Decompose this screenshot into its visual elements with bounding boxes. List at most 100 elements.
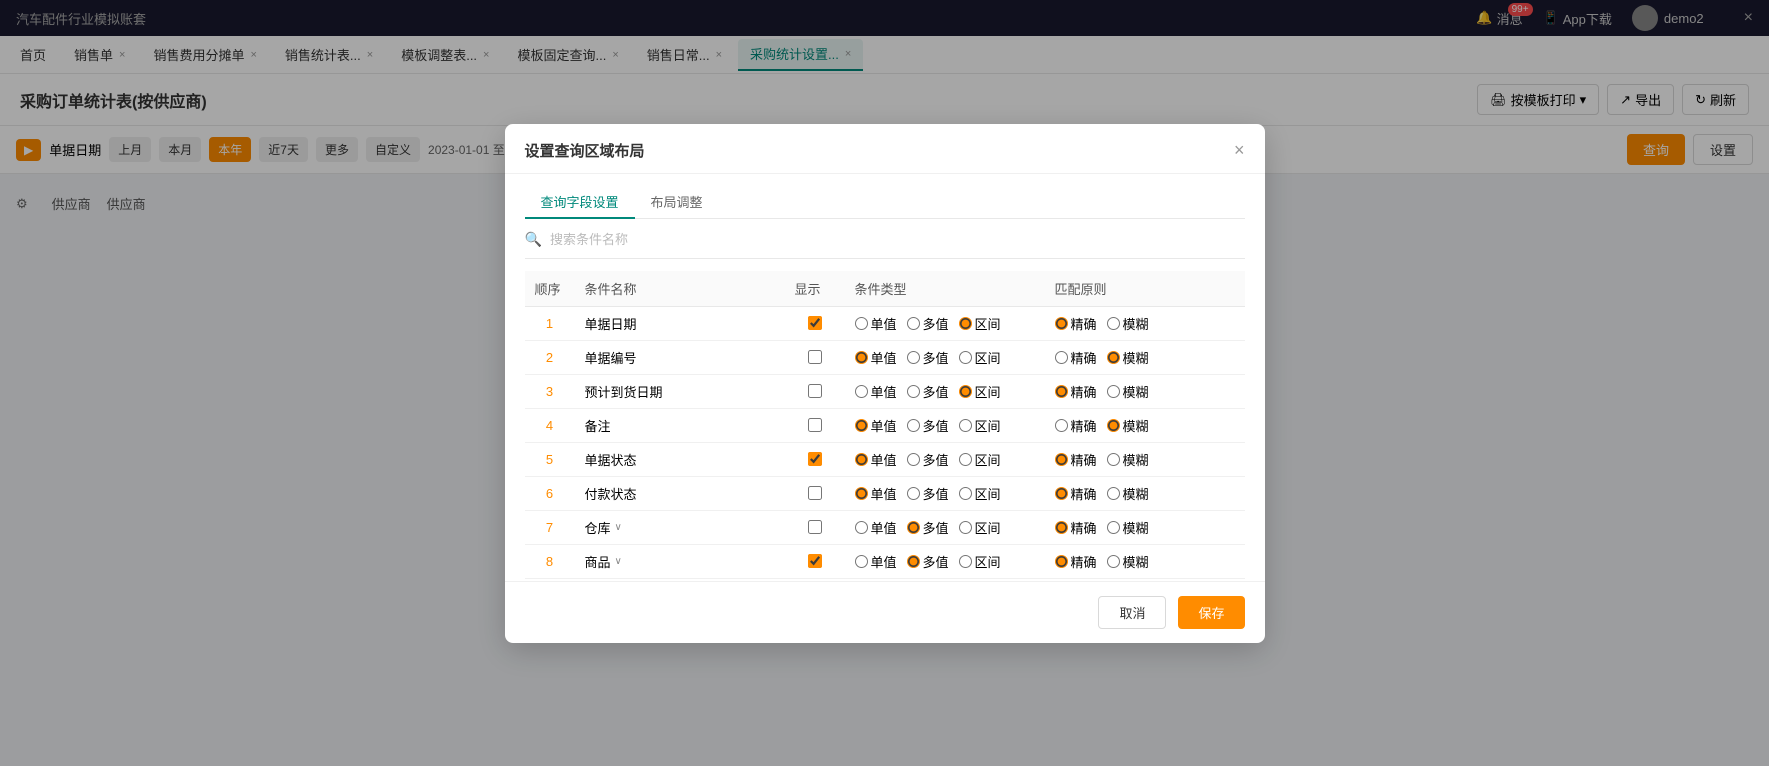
- show-checkbox-1[interactable]: [808, 350, 822, 364]
- match-option-模糊[interactable]: 模糊: [1107, 382, 1149, 401]
- cell-type: 单值多值区间: [845, 340, 1045, 374]
- match-option-精确[interactable]: 精确: [1055, 348, 1097, 367]
- match-option-模糊[interactable]: 模糊: [1107, 552, 1149, 571]
- cell-type: 单值多值区间: [845, 544, 1045, 578]
- type-option-区间[interactable]: 区间: [959, 382, 1001, 401]
- type-option-区间[interactable]: 区间: [959, 450, 1001, 469]
- table-row: 2单据编号单值多值区间精确模糊: [525, 340, 1245, 374]
- cell-type: 单值多值区间: [845, 476, 1045, 510]
- type-option-单值[interactable]: 单值: [855, 552, 897, 571]
- cell-type: 单值多值区间: [845, 510, 1045, 544]
- type-option-区间[interactable]: 区间: [959, 484, 1001, 503]
- cell-match: 精确模糊: [1045, 476, 1245, 510]
- table-row: 5单据状态单值多值区间精确模糊: [525, 442, 1245, 476]
- match-option-模糊[interactable]: 模糊: [1107, 314, 1149, 333]
- cell-name: 备注: [575, 408, 785, 442]
- cell-match: 精确模糊: [1045, 306, 1245, 340]
- table-row: 6付款状态单值多值区间精确模糊: [525, 476, 1245, 510]
- dialog-close-btn[interactable]: ×: [1234, 140, 1245, 161]
- cell-show[interactable]: [785, 476, 845, 510]
- show-checkbox-2[interactable]: [808, 384, 822, 398]
- match-option-精确[interactable]: 精确: [1055, 484, 1097, 503]
- match-option-精确[interactable]: 精确: [1055, 416, 1097, 435]
- search-row: 🔍: [525, 231, 1245, 259]
- cell-order: 5: [525, 442, 575, 476]
- save-btn[interactable]: 保存: [1178, 596, 1244, 629]
- type-option-区间[interactable]: 区间: [959, 348, 1001, 367]
- type-option-单值[interactable]: 单值: [855, 416, 897, 435]
- type-option-区间[interactable]: 区间: [959, 518, 1001, 537]
- cell-match: 精确模糊: [1045, 374, 1245, 408]
- type-option-单值[interactable]: 单值: [855, 348, 897, 367]
- cell-order: 2: [525, 340, 575, 374]
- show-checkbox-7[interactable]: [808, 554, 822, 568]
- cell-match: 精确模糊: [1045, 340, 1245, 374]
- cell-type: 单值多值区间: [845, 408, 1045, 442]
- cell-name: 仓库 ∨: [575, 510, 785, 544]
- table-row: 1单据日期单值多值区间精确模糊: [525, 306, 1245, 340]
- type-option-多值[interactable]: 多值: [907, 314, 949, 333]
- show-checkbox-6[interactable]: [808, 520, 822, 534]
- match-option-模糊[interactable]: 模糊: [1107, 450, 1149, 469]
- match-option-模糊[interactable]: 模糊: [1107, 518, 1149, 537]
- type-option-多值[interactable]: 多值: [907, 382, 949, 401]
- chevron-down-icon: ∨: [615, 522, 622, 533]
- th-show: 显示: [785, 271, 845, 307]
- cell-show[interactable]: [785, 340, 845, 374]
- type-option-区间[interactable]: 区间: [959, 314, 1001, 333]
- match-option-精确[interactable]: 精确: [1055, 450, 1097, 469]
- show-checkbox-5[interactable]: [808, 486, 822, 500]
- dialog-footer: 取消 保存: [505, 581, 1265, 643]
- type-option-区间[interactable]: 区间: [959, 552, 1001, 571]
- match-option-精确[interactable]: 精确: [1055, 518, 1097, 537]
- th-order: 顺序: [525, 271, 575, 307]
- search-input[interactable]: [550, 232, 1245, 247]
- tab-layout-adjust[interactable]: 布局调整: [635, 186, 719, 219]
- cell-show[interactable]: [785, 306, 845, 340]
- cell-show[interactable]: [785, 408, 845, 442]
- cell-order: 8: [525, 544, 575, 578]
- match-option-模糊[interactable]: 模糊: [1107, 416, 1149, 435]
- cell-order: 4: [525, 408, 575, 442]
- cancel-btn[interactable]: 取消: [1098, 596, 1166, 629]
- dialog-tab-bar: 查询字段设置 布局调整: [525, 174, 1245, 219]
- show-checkbox-4[interactable]: [808, 452, 822, 466]
- cell-name: 预计到货日期: [575, 374, 785, 408]
- type-option-单值[interactable]: 单值: [855, 314, 897, 333]
- tab-query-field[interactable]: 查询字段设置: [525, 186, 635, 219]
- cell-match: 精确模糊: [1045, 544, 1245, 578]
- type-option-多值[interactable]: 多值: [907, 348, 949, 367]
- type-option-单值[interactable]: 单值: [855, 484, 897, 503]
- type-option-多值[interactable]: 多值: [907, 484, 949, 503]
- type-option-单值[interactable]: 单值: [855, 382, 897, 401]
- cell-match: 精确模糊: [1045, 442, 1245, 476]
- table-row: 7仓库 ∨单值多值区间精确模糊: [525, 510, 1245, 544]
- show-checkbox-3[interactable]: [808, 418, 822, 432]
- cell-name: 付款状态: [575, 476, 785, 510]
- type-option-区间[interactable]: 区间: [959, 416, 1001, 435]
- cell-show[interactable]: [785, 442, 845, 476]
- type-option-多值[interactable]: 多值: [907, 450, 949, 469]
- type-option-多值[interactable]: 多值: [907, 416, 949, 435]
- match-option-模糊[interactable]: 模糊: [1107, 484, 1149, 503]
- cell-name: 单据日期: [575, 306, 785, 340]
- match-option-精确[interactable]: 精确: [1055, 314, 1097, 333]
- cell-show[interactable]: [785, 374, 845, 408]
- match-option-模糊[interactable]: 模糊: [1107, 348, 1149, 367]
- type-option-多值[interactable]: 多值: [907, 552, 949, 571]
- config-table: 顺序 条件名称 显示 条件类型 匹配原则 1单据日期单值多值区间精确模糊2单据编…: [525, 271, 1245, 581]
- match-option-精确[interactable]: 精确: [1055, 552, 1097, 571]
- cell-show[interactable]: [785, 544, 845, 578]
- type-option-单值[interactable]: 单值: [855, 518, 897, 537]
- match-option-精确[interactable]: 精确: [1055, 382, 1097, 401]
- dialog-header: 设置查询区域布局 ×: [505, 124, 1265, 174]
- cell-name: 单据编号: [575, 340, 785, 374]
- show-checkbox-0[interactable]: [808, 316, 822, 330]
- cell-order: 7: [525, 510, 575, 544]
- th-name: 条件名称: [575, 271, 785, 307]
- type-option-多值[interactable]: 多值: [907, 518, 949, 537]
- type-option-单值[interactable]: 单值: [855, 450, 897, 469]
- table-row: 3预计到货日期单值多值区间精确模糊: [525, 374, 1245, 408]
- cell-show[interactable]: [785, 510, 845, 544]
- table-row: 4备注单值多值区间精确模糊: [525, 408, 1245, 442]
